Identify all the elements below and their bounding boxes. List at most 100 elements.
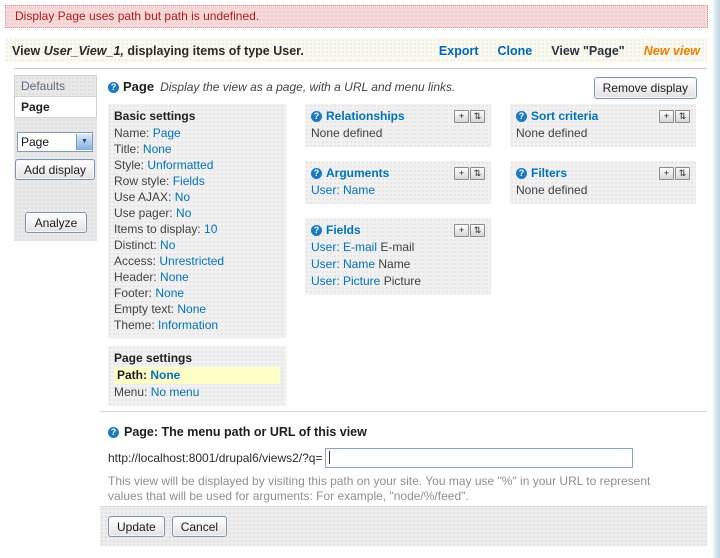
update-button[interactable]: Update [108,516,165,537]
setting-row: Header: None [114,270,189,284]
path-setting-row: Path: None [114,367,280,384]
relationships-title-link[interactable]: Relationships [326,109,405,123]
setting-value-link[interactable]: None [177,302,206,316]
right-column: ? Sort criteria + ⇅ None defined ? Filte… [510,104,696,218]
display-header: ? Page Display the view as a page, with a … [108,77,699,103]
fields-box: ? Fields + ⇅ User: E-mail E-mail User: N… [305,218,491,295]
field-link[interactable]: User: Picture [311,274,380,288]
add-icon[interactable]: + [659,109,674,123]
setting-value-link[interactable]: Fields [173,174,205,188]
middle-column: ? Relationships + ⇅ None defined ? Argum… [305,104,491,309]
field-link[interactable]: User: E-mail [311,240,377,254]
help-icon[interactable]: ? [108,427,119,438]
text-cursor [329,451,331,464]
argument-link[interactable]: User: Name [311,183,375,197]
new-view-link[interactable]: New view [644,44,700,58]
help-icon[interactable]: ? [311,224,322,236]
setting-row: Use pager: No [114,206,192,220]
box-actions: + ⇅ [454,109,485,123]
view-title: View User_View_1, displaying items of ty… [12,44,304,58]
rearrange-icon[interactable]: ⇅ [470,223,485,237]
basic-settings-heading: Basic settings [114,109,196,123]
box-actions: + ⇅ [454,166,485,180]
setting-value-link[interactable]: None [155,286,184,300]
tab-defaults[interactable]: Defaults [14,75,97,96]
setting-row: Theme: Information [114,318,219,332]
box-actions: + ⇅ [454,223,485,237]
sort-criteria-title-link[interactable]: Sort criteria [531,109,598,123]
help-icon[interactable]: ? [516,110,527,122]
cancel-button[interactable]: Cancel [171,516,228,537]
view-name: User_View_1, [43,43,124,58]
form-actions: Update Cancel [100,506,707,546]
setting-value-link[interactable]: None [160,270,189,284]
add-icon[interactable]: + [454,223,469,237]
view-page-link[interactable]: View "Page" [551,44,624,58]
menu-value-link[interactable]: No menu [151,385,200,399]
export-link[interactable]: Export [439,44,479,58]
arguments-title-link[interactable]: Arguments [326,166,389,180]
setting-value-link[interactable]: Unrestricted [159,254,224,268]
tab-page[interactable]: Page [14,96,97,118]
setting-value-link[interactable]: No [176,206,191,220]
view-header-links: Export Clone View "Page" New view [439,44,700,58]
setting-value-link[interactable]: Information [158,318,218,332]
argument-item: User: Name [311,182,485,199]
rearrange-icon[interactable]: ⇅ [470,166,485,180]
fields-title-link[interactable]: Fields [326,223,361,237]
display-title: Page [123,79,155,94]
setting-row: Use AJAX: No [114,190,191,204]
setting-value-link[interactable]: No [175,190,190,204]
box-actions: + ⇅ [659,166,690,180]
rearrange-icon[interactable]: ⇅ [470,109,485,123]
help-icon[interactable]: ? [311,167,322,179]
field-item: User: E-mail E-mail [311,240,415,254]
remove-display-button[interactable]: Remove display [593,77,697,99]
rearrange-icon[interactable]: ⇅ [675,109,690,123]
help-icon[interactable]: ? [311,110,322,122]
add-icon[interactable]: + [659,166,674,180]
field-link[interactable]: User: Name [311,257,375,271]
menu-setting-row: Menu: No menu [114,385,200,399]
page-settings-heading: Page settings [114,351,193,365]
setting-row: Title: None [114,142,172,156]
help-icon[interactable]: ? [108,82,119,93]
setting-row: Name: Page [114,126,181,140]
path-form-heading: ? Page: The menu path or URL of this view [108,425,707,439]
empty-text: None defined [516,126,588,140]
view-header: View User_View_1, displaying items of ty… [5,38,707,63]
views-edit-container: Defaults Page Page ▼ Add display Analyze… [14,68,707,546]
setting-value-link[interactable]: None [143,142,172,156]
views-admin-page: Display Page uses path but path is undef… [0,0,720,558]
error-message: Display Page uses path but path is undef… [15,9,260,23]
display-controls-panel: Page ▼ Add display Analyze [14,118,97,241]
setting-value-link[interactable]: 10 [204,222,217,236]
display-edit-area: ? Page Display the view as a page, with a … [100,69,707,546]
path-input[interactable] [325,448,634,468]
path-value-link[interactable]: None [150,368,180,382]
filters-box: ? Filters + ⇅ None defined [510,161,696,204]
url-row: http://localhost:8001/drupal6/views2/?q= [108,448,707,468]
setting-value-link[interactable]: No [160,238,175,252]
path-help-text: This view will be displayed by visiting … [108,474,651,503]
add-icon[interactable]: + [454,166,469,180]
display-type-select[interactable]: Page ▼ [17,132,93,152]
rearrange-icon[interactable]: ⇅ [675,166,690,180]
add-display-button[interactable]: Add display [15,159,95,180]
field-item: User: Picture Picture [311,274,422,288]
page-edge-scroll-area[interactable] [713,0,720,558]
setting-value-link[interactable]: Unformatted [147,158,213,172]
filters-title-link[interactable]: Filters [531,166,567,180]
empty-text: None defined [516,183,588,197]
add-icon[interactable]: + [454,109,469,123]
view-title-prefix: View [12,43,44,58]
analyze-button[interactable]: Analyze [25,212,87,233]
clone-link[interactable]: Clone [498,44,533,58]
setting-row: Footer: None [114,286,185,300]
help-icon[interactable]: ? [516,167,527,179]
setting-row: Distinct: No [114,238,176,252]
setting-value-link[interactable]: Page [153,126,181,140]
setting-row: Style: Unformatted [114,158,214,172]
display-type-select-value: Page [21,135,50,149]
setting-row: Access: Unrestricted [114,254,225,268]
